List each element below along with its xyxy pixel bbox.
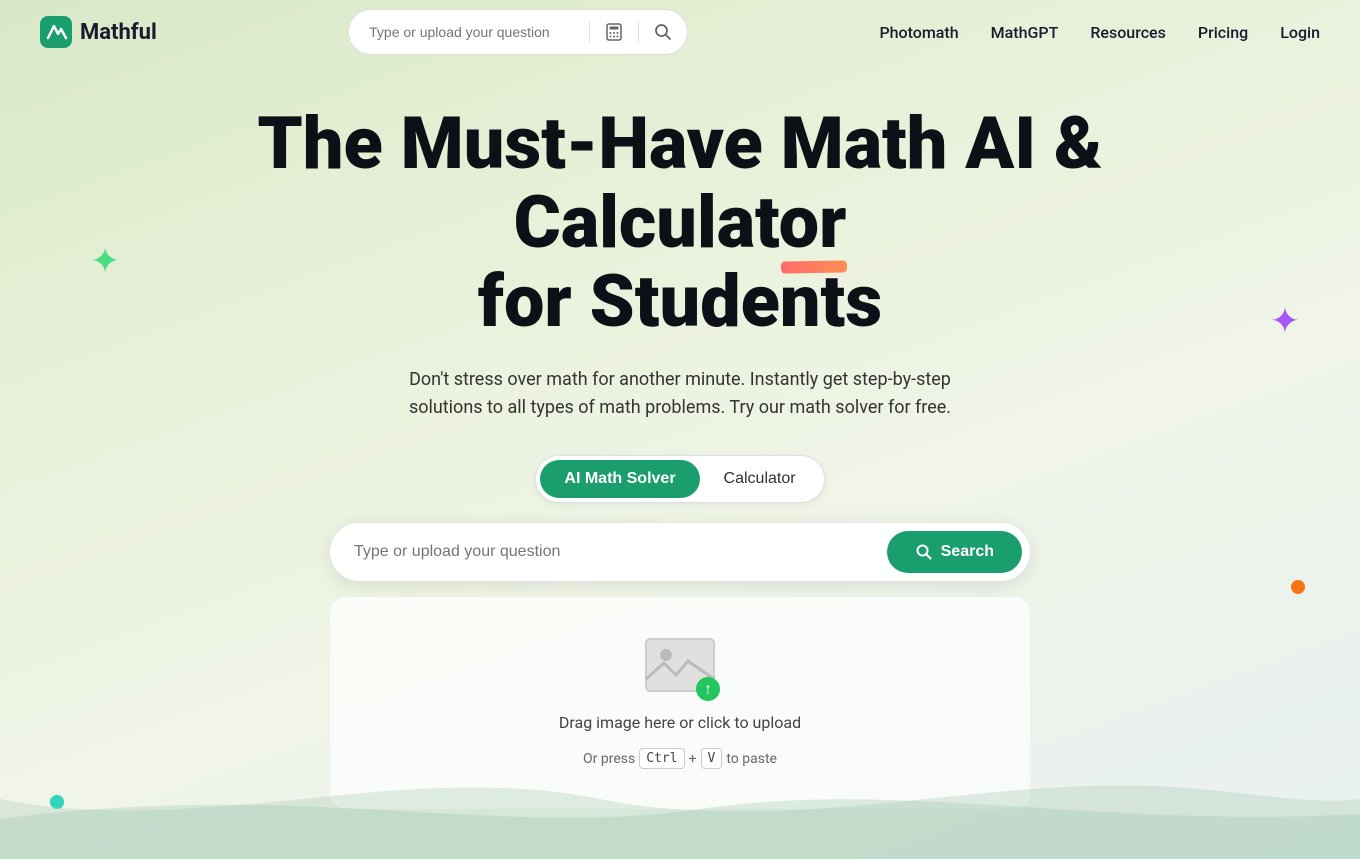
upload-drag-text: Drag image here or click to upload <box>559 713 801 732</box>
hero-section: The Must-Have Math AI & Calculator for S… <box>0 64 1360 809</box>
hero-title-part1: The Must-Have <box>257 101 780 186</box>
tab-switcher: AI Math Solver Calculator <box>535 455 824 503</box>
navbar: Mathful Photomath MathGPT <box>0 0 1360 64</box>
nav-link-login[interactable]: Login <box>1280 23 1320 42</box>
nav-link-pricing[interactable]: Pricing <box>1198 23 1248 42</box>
nav-search-box[interactable] <box>348 9 688 55</box>
tab-calculator[interactable]: Calculator <box>700 460 820 498</box>
nav-link-mathgpt[interactable]: MathGPT <box>991 23 1059 42</box>
logo-icon <box>40 16 72 48</box>
nav-link-resources[interactable]: Resources <box>1090 23 1166 42</box>
nav-link-photomath[interactable]: Photomath <box>879 23 958 42</box>
search-icon <box>915 543 933 561</box>
upload-icon-container: ↑ <box>644 637 716 697</box>
logo-text: Mathful <box>80 20 157 45</box>
bottom-wave <box>0 739 1360 859</box>
search-button[interactable]: Search <box>887 531 1022 573</box>
nav-search-divider <box>589 22 590 42</box>
main-search-input[interactable] <box>354 543 887 561</box>
tab-ai-math-solver[interactable]: AI Math Solver <box>540 460 699 498</box>
nav-search-divider2 <box>638 22 639 42</box>
upload-plus-badge: ↑ <box>696 677 720 701</box>
nav-search-input[interactable] <box>369 24 581 40</box>
logo[interactable]: Mathful <box>40 16 157 48</box>
nav-search-btn[interactable] <box>647 16 679 48</box>
search-button-label: Search <box>941 543 994 561</box>
nav-links: Photomath MathGPT Resources Pricing Logi… <box>879 23 1320 42</box>
nav-calculator-icon[interactable] <box>598 16 630 48</box>
main-search-box[interactable]: Search <box>330 523 1030 581</box>
hero-subtitle: Don't stress over math for another minut… <box>380 366 980 424</box>
hero-title: The Must-Have Math AI & Calculator for S… <box>130 104 1230 342</box>
